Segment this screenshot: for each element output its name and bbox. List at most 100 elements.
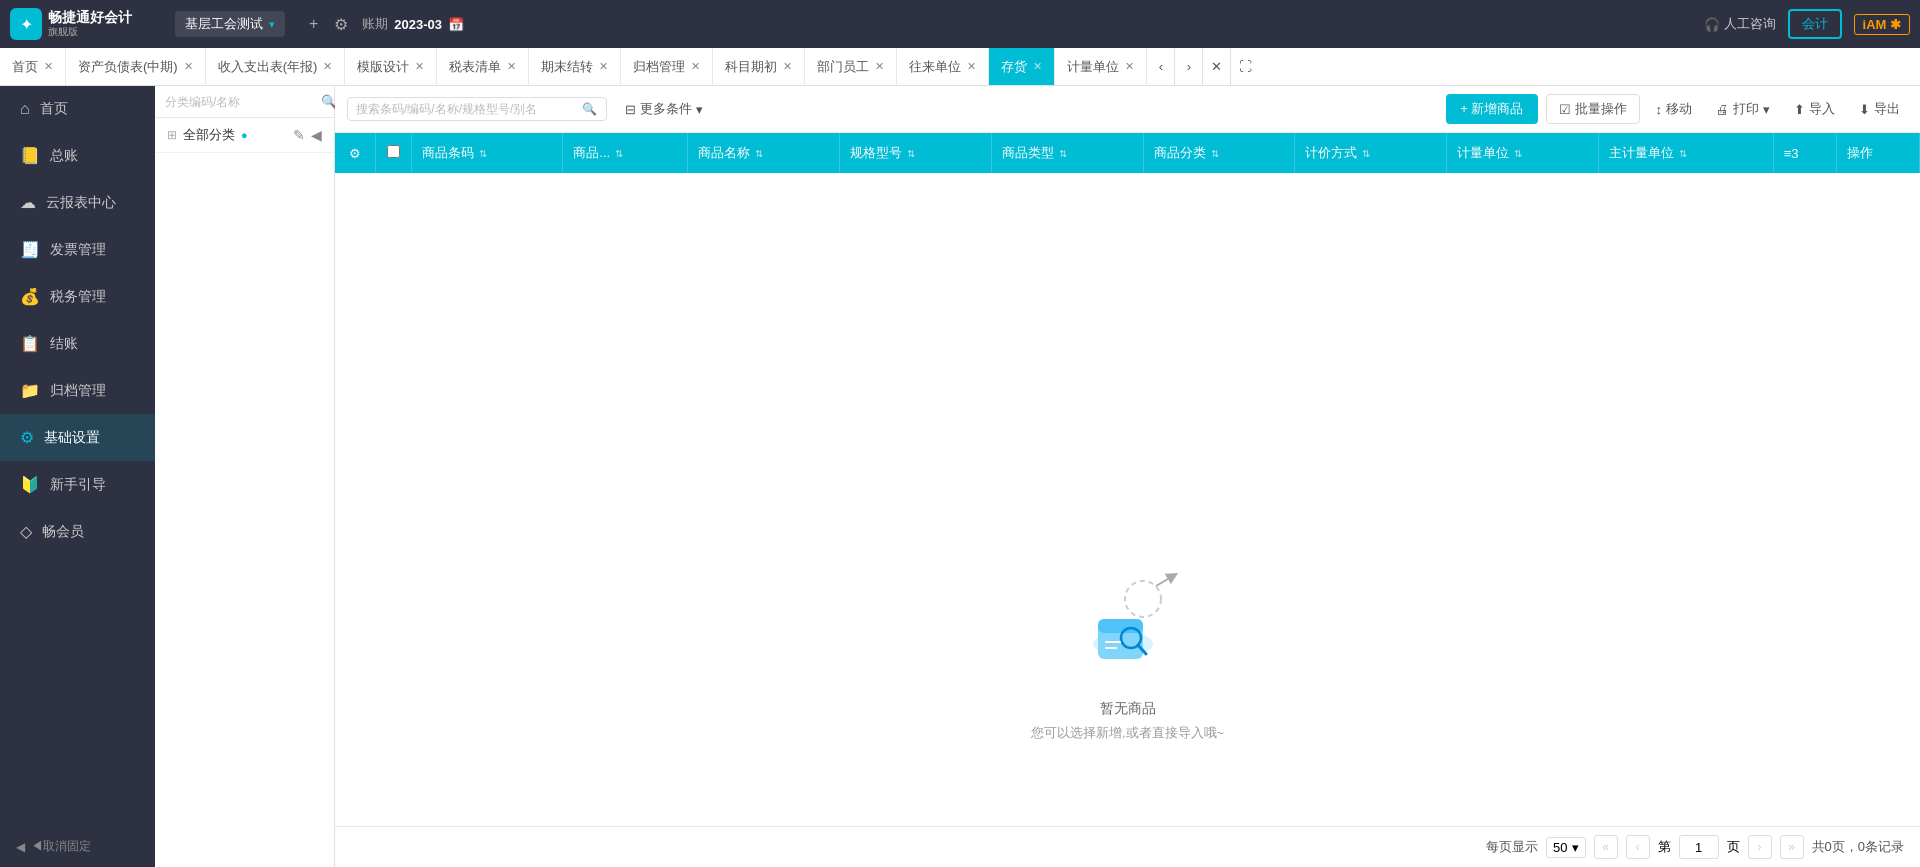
app-title: 畅捷通好会计 [48,9,132,26]
tab-close-icon[interactable]: ✕ [507,60,516,73]
tab-close-icon[interactable]: ✕ [967,60,976,73]
tab-period-close[interactable]: 期末结转 ✕ [529,48,621,85]
add-product-btn[interactable]: + 新增商品 [1446,94,1537,124]
sidebar-item-home[interactable]: ⌂ 首页 [0,86,155,132]
per-page-select[interactable]: 50 ▾ [1546,837,1585,858]
current-page-input[interactable] [1679,835,1719,859]
select-all-checkbox[interactable] [387,145,400,158]
product-search-icon[interactable]: 🔍 [582,102,597,116]
topbar-actions: + ⚙ [305,11,352,38]
content-body: ⚙ 商品条码 ⇅ [335,133,1920,867]
col-category[interactable]: 商品分类 ⇅ [1143,133,1295,173]
col-extra[interactable]: ≡3 [1773,133,1836,173]
export-btn[interactable]: ⬇ 导出 [1851,95,1908,123]
col-name[interactable]: 商品名称 ⇅ [688,133,840,173]
calendar-icon[interactable]: 📅 [448,17,464,32]
sidebar-item-reports[interactable]: ☁ 云报表中心 [0,179,155,226]
tab-close-icon[interactable]: ✕ [44,60,53,73]
tab-label: 收入支出表(年报) [218,58,318,76]
sidebar-unpin-btn[interactable]: ◀ ◀取消固定 [0,826,155,867]
member-icon: ◇ [20,522,32,541]
add-tab-button[interactable]: + [305,11,322,37]
period-value: 2023-03 [394,17,442,32]
tab-subject-init[interactable]: 科目期初 ✕ [713,48,805,85]
app-logo-icon: ✦ [10,8,42,40]
settings-icon[interactable]: ⚙ [330,11,352,38]
tab-inventory[interactable]: 存货 ✕ [989,48,1055,85]
tab-balance[interactable]: 资产负债表(中期) ✕ [66,48,206,85]
col-unit[interactable]: 计量单位 ⇅ [1447,133,1599,173]
sidebar-label-settings: 基础设置 [44,429,100,447]
last-page-btn[interactable]: » [1780,835,1804,859]
sidebar-item-settings[interactable]: ⚙ 基础设置 [0,414,155,461]
product-search-input[interactable] [356,102,576,116]
print-arrow: ▾ [1763,102,1770,117]
topbar-right: 🎧 人工咨询 会计 iAM ✱ [1704,9,1910,39]
tab-label: 首页 [12,58,38,76]
customer-service-btn[interactable]: 🎧 人工咨询 [1704,15,1776,33]
filter-icon: ⊟ [625,102,636,117]
svg-point-0 [1125,581,1161,617]
tab-home[interactable]: 首页 ✕ [0,48,66,85]
tab-archive[interactable]: 归档管理 ✕ [621,48,713,85]
tab-close-icon[interactable]: ✕ [875,60,884,73]
import-btn[interactable]: ⬆ 导入 [1786,95,1843,123]
tab-prev-btn[interactable]: ‹ [1147,48,1175,85]
tab-close-icon[interactable]: ✕ [1125,60,1134,73]
tab-template[interactable]: 模版设计 ✕ [345,48,437,85]
prev-page-btn[interactable]: ‹ [1626,835,1650,859]
category-collapse-icon[interactable]: ◀ [311,127,322,143]
sort-unit-icon: ⇅ [1514,148,1522,159]
sidebar-item-member[interactable]: ◇ 畅会员 [0,508,155,555]
company-selector[interactable]: 基层工会测试 ▾ [175,11,285,37]
closing-icon: 📋 [20,334,40,353]
category-search-input[interactable] [165,95,315,109]
account-type-button[interactable]: 会计 [1788,9,1842,39]
tab-close-icon[interactable]: ✕ [691,60,700,73]
col-code[interactable]: 商品... ⇅ [563,133,688,173]
sort-main-unit-icon: ⇅ [1679,148,1687,159]
more-filters-btn[interactable]: ⊟ 更多条件 ▾ [617,96,711,122]
next-page-btn[interactable]: › [1748,835,1772,859]
col-checkbox[interactable] [375,133,411,173]
first-page-btn[interactable]: « [1594,835,1618,859]
col-price-method[interactable]: 计价方式 ⇅ [1295,133,1447,173]
sidebar-item-closing[interactable]: 📋 结账 [0,320,155,367]
sidebar-label-archive: 归档管理 [50,382,106,400]
tab-close-icon[interactable]: ✕ [599,60,608,73]
tab-close-all-btn[interactable]: ✕ [1203,48,1231,85]
col-main-unit[interactable]: 主计量单位 ⇅ [1599,133,1774,173]
tab-department[interactable]: 部门员工 ✕ [805,48,897,85]
iam-badge[interactable]: iAM ✱ [1854,14,1910,35]
tab-unit[interactable]: 计量单位 ✕ [1055,48,1147,85]
tab-tax-list[interactable]: 税表清单 ✕ [437,48,529,85]
print-btn[interactable]: 🖨 打印 ▾ [1708,95,1778,123]
table-container[interactable]: ⚙ 商品条码 ⇅ [335,133,1920,480]
sidebar-item-ledger[interactable]: 📒 总账 [0,132,155,179]
category-edit-icon[interactable]: ✎ [293,127,305,143]
col-settings[interactable]: ⚙ [335,133,375,173]
tab-contacts[interactable]: 往来单位 ✕ [897,48,989,85]
sidebar: ⌂ 首页 📒 总账 ☁ 云报表中心 🧾 发票管理 💰 税务管理 📋 结账 📁 归… [0,86,155,867]
category-root-label[interactable]: 全部分类 [183,126,235,144]
tab-close-icon[interactable]: ✕ [323,60,332,73]
tab-expand-btn[interactable]: ⛶ [1231,48,1259,85]
filter-arrow: ▾ [696,102,703,117]
empty-title: 暂无商品 [1100,700,1156,718]
tab-close-icon[interactable]: ✕ [415,60,424,73]
category-panel: 🔍 ⊞ 全部分类 ● ✎ ◀ [155,86,335,867]
col-type[interactable]: 商品类型 ⇅ [991,133,1143,173]
tab-close-icon[interactable]: ✕ [783,60,792,73]
tab-next-btn[interactable]: › [1175,48,1203,85]
tab-close-icon[interactable]: ✕ [1033,60,1042,73]
col-barcode[interactable]: 商品条码 ⇅ [411,133,563,173]
sidebar-item-archive[interactable]: 📁 归档管理 [0,367,155,414]
batch-operation-btn[interactable]: ☑ 批量操作 [1546,94,1640,124]
tab-close-icon[interactable]: ✕ [184,60,193,73]
sidebar-item-invoice[interactable]: 🧾 发票管理 [0,226,155,273]
sidebar-item-tax[interactable]: 💰 税务管理 [0,273,155,320]
tab-income[interactable]: 收入支出表(年报) ✕ [206,48,346,85]
col-spec[interactable]: 规格型号 ⇅ [840,133,992,173]
move-btn[interactable]: ↕ 移动 [1648,95,1701,123]
sidebar-item-guide[interactable]: 🔰 新手引导 [0,461,155,508]
